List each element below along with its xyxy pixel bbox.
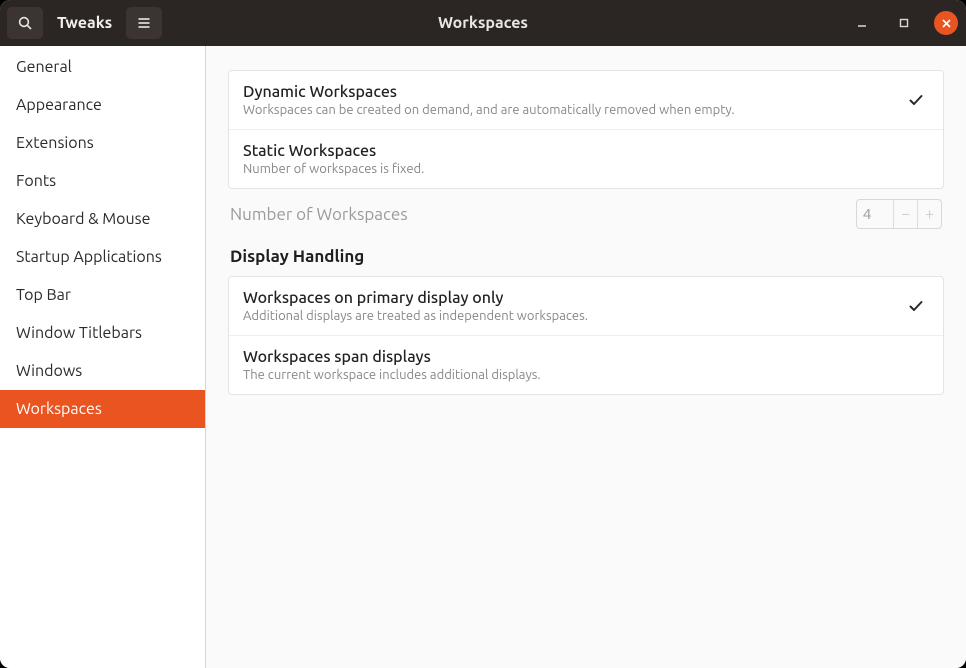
option-subtitle: The current workspace includes additiona…: [243, 368, 893, 382]
search-button[interactable]: [7, 7, 43, 39]
app-title: Tweaks: [57, 14, 112, 32]
selected-indicator: [905, 297, 927, 315]
option-title: Dynamic Workspaces: [243, 83, 893, 101]
minimize-icon: [856, 17, 868, 29]
sidebar-item-fonts[interactable]: Fonts: [0, 162, 205, 200]
titlebar-left: Tweaks: [0, 7, 162, 39]
display-handling-heading: Display Handling: [230, 247, 944, 266]
option-title: Static Workspaces: [243, 142, 893, 160]
check-icon: [907, 297, 925, 315]
option-span-displays[interactable]: Workspaces span displays The current wor…: [229, 335, 943, 394]
menu-button[interactable]: [126, 7, 162, 39]
sidebar-item-workspaces[interactable]: Workspaces: [0, 390, 205, 428]
window: Tweaks Workspaces GeneralAppearanceExten…: [0, 0, 966, 668]
body: GeneralAppearanceExtensionsFontsKeyboard…: [0, 46, 966, 668]
sidebar-item-general[interactable]: General: [0, 48, 205, 86]
window-controls: [850, 0, 958, 46]
sidebar-item-windows[interactable]: Windows: [0, 352, 205, 390]
option-subtitle: Additional displays are treated as indep…: [243, 309, 893, 323]
option-title: Workspaces on primary display only: [243, 289, 893, 307]
option-dynamic-workspaces[interactable]: Dynamic Workspaces Workspaces can be cre…: [229, 71, 943, 129]
sidebar-item-appearance[interactable]: Appearance: [0, 86, 205, 124]
titlebar: Tweaks Workspaces: [0, 0, 966, 46]
workspaces-count-input[interactable]: [857, 200, 893, 228]
close-icon: [941, 18, 952, 29]
decrement-button[interactable]: −: [893, 200, 917, 228]
option-subtitle: Workspaces can be created on demand, and…: [243, 103, 893, 117]
check-icon: [907, 91, 925, 109]
number-of-workspaces-row: Number of Workspaces − +: [230, 199, 942, 229]
sidebar-item-keyboard-mouse[interactable]: Keyboard & Mouse: [0, 200, 205, 238]
option-title: Workspaces span displays: [243, 348, 893, 366]
selected-indicator: [905, 91, 927, 109]
search-icon: [17, 15, 33, 31]
close-button[interactable]: [934, 11, 958, 35]
option-subtitle: Number of workspaces is fixed.: [243, 162, 893, 176]
increment-button[interactable]: +: [917, 200, 941, 228]
display-handling-group: Workspaces on primary display only Addit…: [228, 276, 944, 395]
maximize-button[interactable]: [892, 11, 916, 35]
content: Dynamic Workspaces Workspaces can be cre…: [206, 46, 966, 668]
number-of-workspaces-label: Number of Workspaces: [230, 205, 856, 224]
sidebar-item-window-titlebars[interactable]: Window Titlebars: [0, 314, 205, 352]
maximize-icon: [898, 17, 910, 29]
sidebar-item-extensions[interactable]: Extensions: [0, 124, 205, 162]
sidebar-item-startup-applications[interactable]: Startup Applications: [0, 238, 205, 276]
workspaces-count-spinner: − +: [856, 199, 942, 229]
option-primary-display-only[interactable]: Workspaces on primary display only Addit…: [229, 277, 943, 335]
hamburger-icon: [136, 15, 152, 31]
option-static-workspaces[interactable]: Static Workspaces Number of workspaces i…: [229, 129, 943, 188]
minimize-button[interactable]: [850, 11, 874, 35]
sidebar-item-top-bar[interactable]: Top Bar: [0, 276, 205, 314]
workspace-mode-group: Dynamic Workspaces Workspaces can be cre…: [228, 70, 944, 189]
sidebar: GeneralAppearanceExtensionsFontsKeyboard…: [0, 46, 206, 668]
